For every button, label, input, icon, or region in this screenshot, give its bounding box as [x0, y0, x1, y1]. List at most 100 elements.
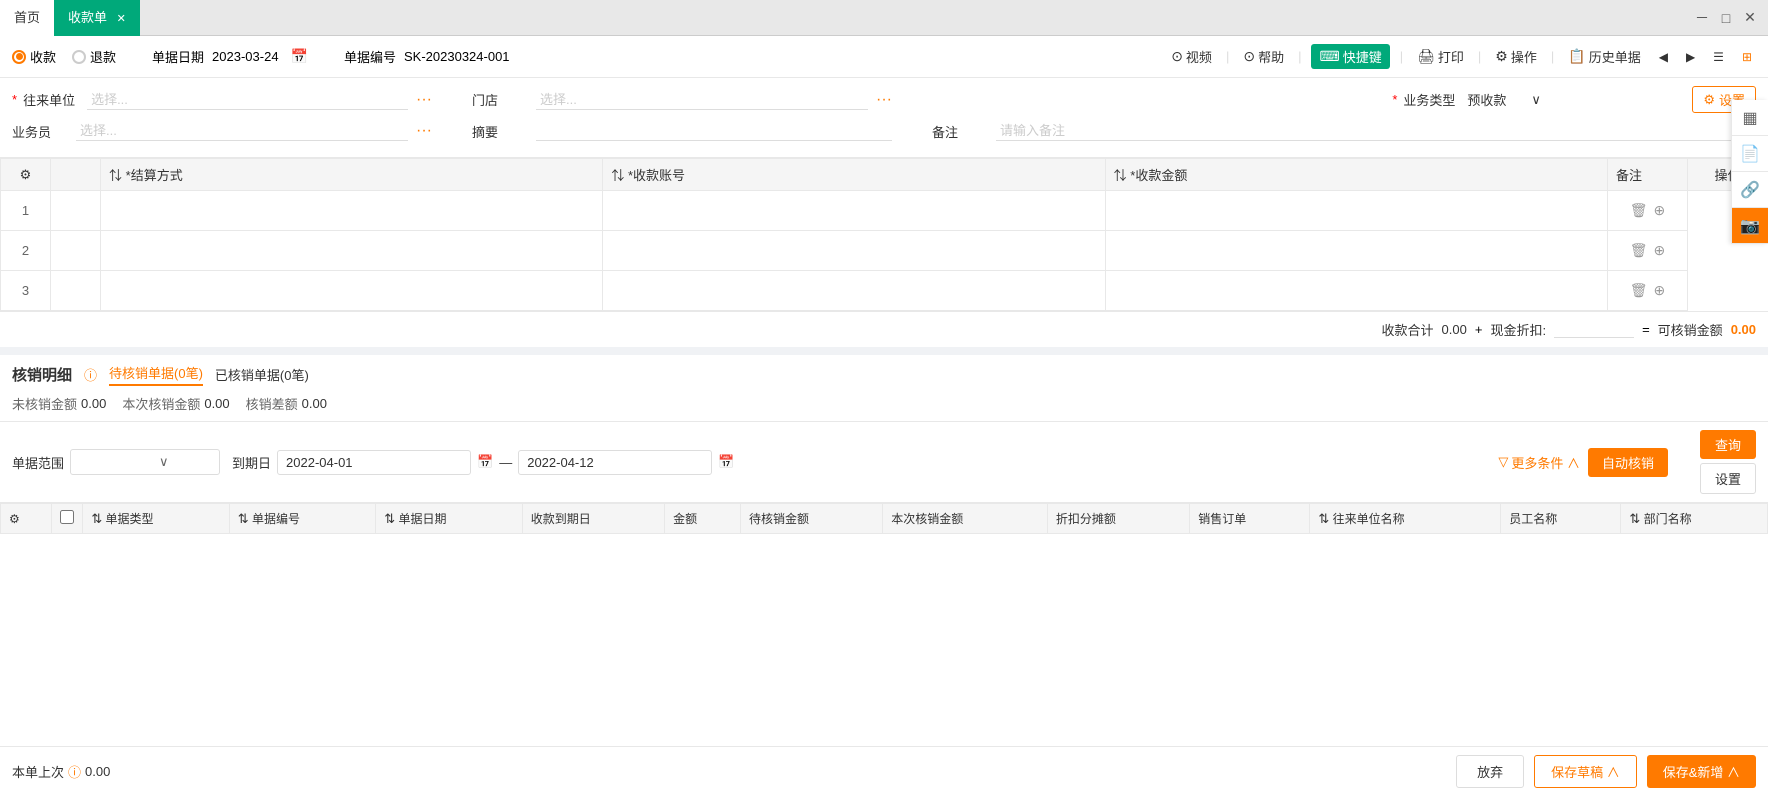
row-3-num: 3 — [1, 271, 51, 311]
minimize-button[interactable]: － — [1694, 10, 1710, 26]
counterparty-required: * — [12, 92, 17, 107]
done-tab[interactable]: 已核销单据(0笔) — [215, 365, 309, 384]
date-from-input[interactable] — [277, 450, 471, 475]
top-toolbar: 收款 退款 单据日期 2023-03-24 📅 单据编号 SK-20230324… — [0, 36, 1768, 78]
right-panel: ▦ 📄 🔗 📷 — [1731, 100, 1768, 244]
pending-tab[interactable]: 待核销单据(0笔) — [109, 363, 203, 386]
store-more-icon[interactable]: ··· — [876, 91, 892, 109]
table-row: 2 🗑 ⊕ — [1, 231, 1768, 271]
select-all-checkbox[interactable] — [60, 510, 74, 524]
row-3-remark[interactable] — [1105, 271, 1607, 311]
refund-radio[interactable]: 退款 — [72, 47, 116, 66]
query-button[interactable]: 查询 — [1700, 430, 1756, 459]
counterparty-more-icon[interactable]: ··· — [416, 91, 432, 109]
close-button[interactable]: ✕ — [1742, 10, 1758, 26]
grid-view-button[interactable]: ⊞ — [1738, 48, 1756, 66]
auto-reconcile-button[interactable]: 自动核销 — [1588, 448, 1668, 477]
row-2-payment[interactable] — [51, 231, 101, 271]
prev-doc-label: 本单上次 — [12, 762, 64, 781]
nav-next-button[interactable]: ▶ — [1682, 48, 1699, 66]
help-button[interactable]: ⊙ 帮助 — [1239, 45, 1288, 68]
tab-receipt[interactable]: 收款单 ✕ — [54, 0, 140, 36]
receipt-table: ⚙ ⇅ *结算方式 ⇅ *收款账号 ⇅ *收款金额 — [0, 158, 1768, 311]
reconcile-stats: 未核销金额 0.00 本次核销金额 0.00 核销差额 0.00 — [12, 394, 1756, 413]
summary-field: 摘要 — [472, 121, 892, 141]
row-1-remark[interactable] — [1105, 191, 1607, 231]
row-2-delete-icon[interactable]: 🗑 — [1630, 242, 1648, 259]
business-type-arrow[interactable]: ∨ — [1531, 92, 1541, 108]
row-3-account[interactable] — [101, 271, 603, 311]
settings-gear-icon: ⚙ — [1703, 92, 1715, 108]
print-icon: 🖨 — [1417, 48, 1435, 65]
date-to-icon[interactable]: 📅 — [718, 454, 734, 470]
staff-more-icon[interactable]: ··· — [416, 122, 432, 140]
table-header-row: ⚙ ⇅ *结算方式 ⇅ *收款账号 ⇅ *收款金额 — [1, 159, 1768, 191]
sep3: | — [1400, 49, 1403, 64]
more-filter-button[interactable]: ▽ 更多条件 ∧ — [1498, 453, 1580, 472]
restore-button[interactable]: □ — [1718, 10, 1734, 26]
row-1-copy-icon[interactable]: ⊕ — [1654, 202, 1666, 219]
rcol-checkbox-header — [52, 504, 83, 534]
receipt-refund-radio-group: 收款 退款 — [12, 47, 116, 66]
right-panel-icon-2[interactable]: 📄 — [1732, 136, 1768, 172]
row-2-copy-icon[interactable]: ⊕ — [1654, 242, 1666, 259]
save-draft-button[interactable]: 保存草稿 ∧ — [1534, 755, 1637, 788]
rcol-settings-header[interactable]: ⚙ — [1, 504, 52, 534]
print-button[interactable]: 🖨 打印 — [1413, 45, 1468, 68]
table-row: 3 🗑 ⊕ — [1, 271, 1768, 311]
row-2-amount[interactable] — [603, 231, 1105, 271]
store-input[interactable] — [536, 90, 868, 110]
sort-doc-num: ⇅ — [238, 511, 249, 526]
right-panel-icon-4[interactable]: 📷 — [1732, 208, 1768, 244]
discount-input[interactable] — [1554, 322, 1634, 338]
row-1-amount[interactable] — [603, 191, 1105, 231]
row-3-delete-icon[interactable]: 🗑 — [1630, 282, 1648, 299]
list-view-button[interactable]: ☰ — [1709, 48, 1728, 66]
nav-prev-button[interactable]: ◀ — [1655, 48, 1672, 66]
staff-input[interactable] — [76, 121, 408, 141]
equals-sign: = — [1642, 322, 1650, 337]
receipt-radio[interactable]: 收款 — [12, 47, 56, 66]
row-3-copy-icon[interactable]: ⊕ — [1654, 282, 1666, 299]
reconcile-table-area: ⚙ ⇅ 单据类型 ⇅ 单据编号 ⇅ 单据日期 收款到期 — [0, 503, 1768, 746]
history-button[interactable]: 📋 历史单据 — [1564, 45, 1644, 68]
row-2-account[interactable] — [101, 231, 603, 271]
save-new-button[interactable]: 保存&新增 ∧ — [1647, 755, 1756, 788]
tab-home[interactable]: 首页 — [0, 0, 54, 36]
shortcut-button[interactable]: ⌨ 快捷键 — [1311, 44, 1389, 69]
date-to-input[interactable] — [518, 450, 712, 475]
reconcile-settings-button[interactable]: 设置 — [1700, 463, 1756, 494]
sort-counterparty: ⇅ — [1318, 511, 1329, 526]
doc-date-value: 2023-03-24 — [212, 49, 279, 64]
right-panel-icon-1[interactable]: ▦ — [1732, 100, 1768, 136]
help-icon: ⊙ — [1243, 48, 1255, 65]
row-1-delete-icon[interactable]: 🗑 — [1630, 202, 1648, 219]
row-2-num: 2 — [1, 231, 51, 271]
stat-diff: 核销差额 0.00 — [246, 394, 327, 413]
reconcile-header-row: ⚙ ⇅ 单据类型 ⇅ 单据编号 ⇅ 单据日期 收款到期 — [1, 504, 1768, 534]
summary-input[interactable] — [536, 121, 892, 141]
video-button[interactable]: ⊙ 视频 — [1167, 45, 1216, 68]
scope-filter-field: 单据范围 ∨ — [12, 449, 220, 475]
abandon-button[interactable]: 放弃 — [1456, 755, 1524, 788]
row-1-account[interactable] — [101, 191, 603, 231]
tab-close-icon[interactable]: ✕ — [117, 13, 126, 25]
reconcile-info-icon[interactable]: ⓘ — [84, 365, 97, 384]
row-3-payment[interactable] — [51, 271, 101, 311]
scope-select[interactable]: ∨ — [70, 449, 220, 475]
counterparty-input[interactable] — [87, 90, 408, 110]
right-panel-icon-3[interactable]: 🔗 — [1732, 172, 1768, 208]
prev-doc-icon[interactable]: ⓘ — [68, 762, 81, 781]
col-settings-header[interactable]: ⚙ — [1, 159, 51, 191]
form-area: * 往来单位 ··· 门店 ··· * 业务类型 预收款 ∨ ⚙ — [0, 78, 1768, 158]
total-value: 0.00 — [1442, 322, 1467, 337]
row-1-payment[interactable] — [51, 191, 101, 231]
rcol-pending-header: 待核销金额 — [740, 504, 882, 534]
row-2-remark[interactable] — [1105, 231, 1607, 271]
date-from-icon[interactable]: 📅 — [477, 454, 493, 470]
row-3-amount[interactable] — [603, 271, 1105, 311]
refund-radio-circle — [72, 50, 86, 64]
operation-button[interactable]: ⚙ 操作 — [1491, 45, 1541, 68]
calendar-icon[interactable]: 📅 — [291, 48, 308, 65]
remark-input[interactable] — [996, 121, 1756, 141]
